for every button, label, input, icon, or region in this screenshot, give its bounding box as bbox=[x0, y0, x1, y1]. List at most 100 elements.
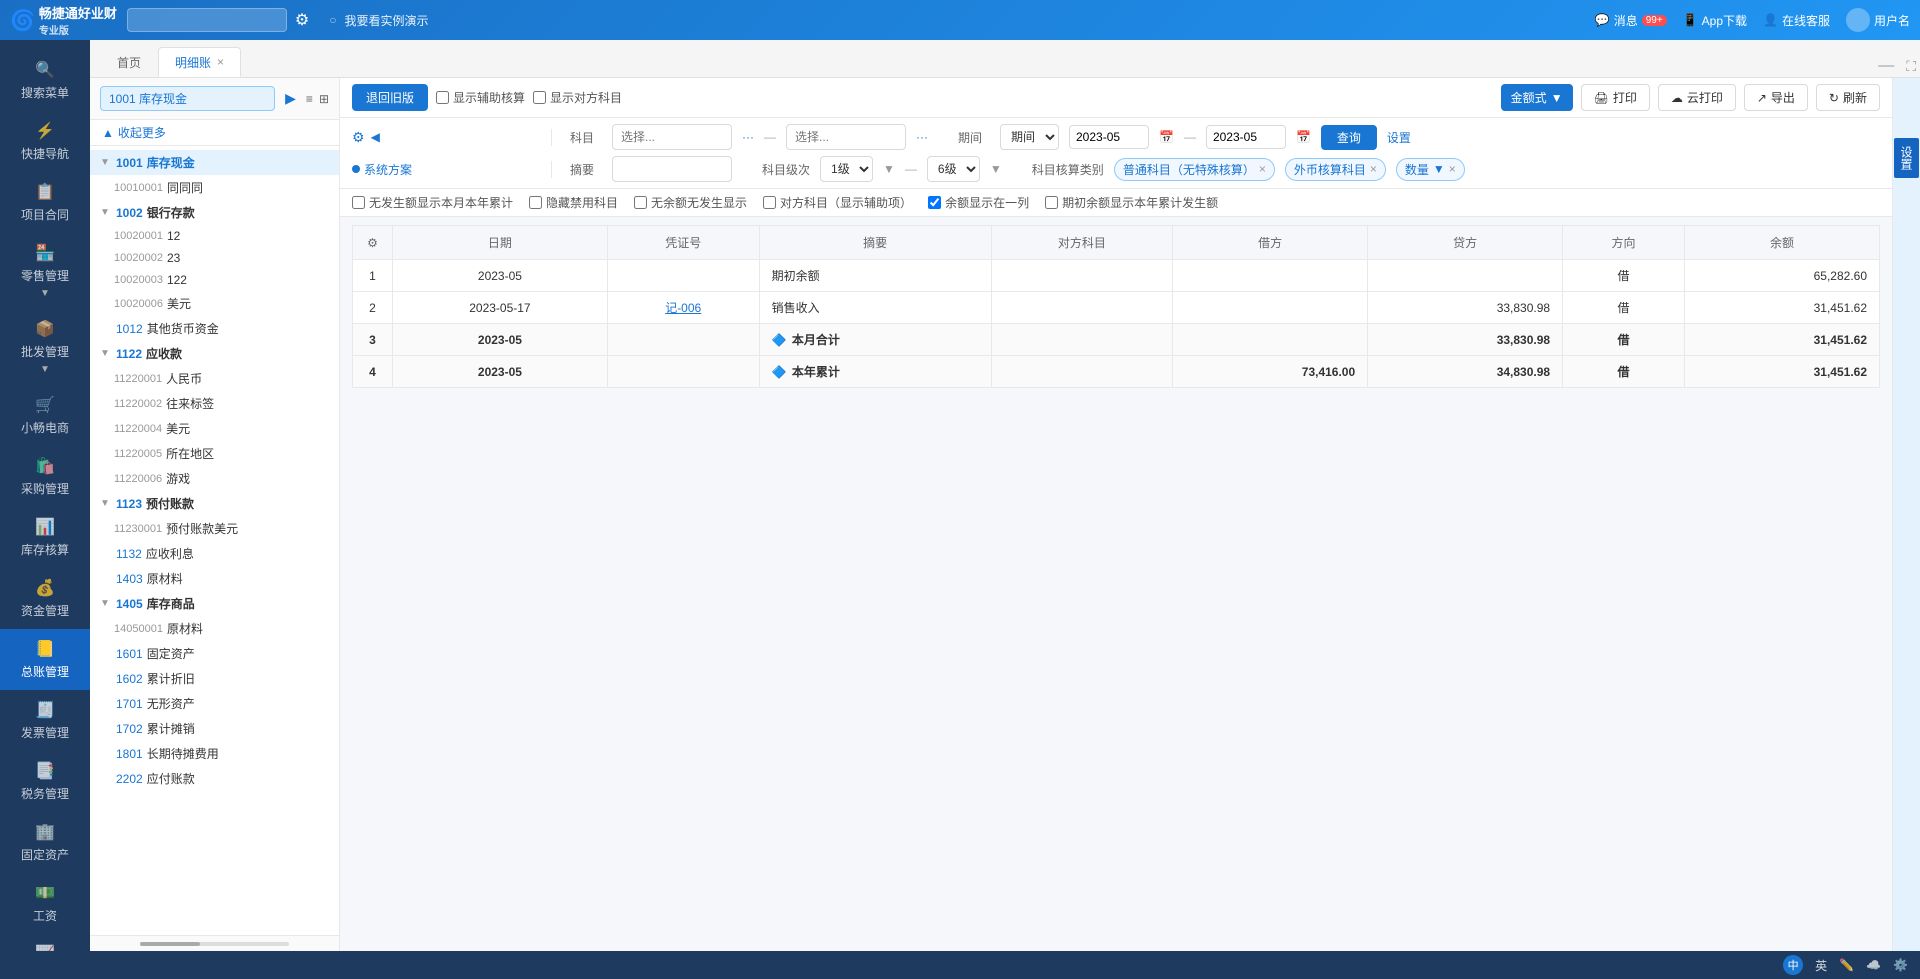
sidebar-item-inventory[interactable]: 📊 库存核算 bbox=[0, 507, 90, 568]
edit-icon-btn[interactable]: ✏️ bbox=[1839, 958, 1854, 972]
tree-item-2202[interactable]: ▶ 2202 应付账款 bbox=[90, 766, 339, 791]
tree-item-10020003[interactable]: 10020003 122 bbox=[90, 269, 339, 291]
tree-item-1002[interactable]: ▼ 1002 银行存款 bbox=[90, 200, 339, 225]
cb-hide-disabled[interactable]: 隐藏禁用科目 bbox=[529, 194, 618, 211]
settings-tab-label[interactable]: 设置 bbox=[1894, 138, 1919, 178]
query-scheme-icon[interactable]: ⚙ bbox=[352, 129, 365, 146]
voucher-link-2[interactable]: 记-006 bbox=[665, 301, 701, 315]
window-maximize-btn[interactable]: ⛶ bbox=[1902, 58, 1920, 75]
query-btn[interactable]: 查询 bbox=[1321, 125, 1377, 150]
level-end-select[interactable]: 6级 5级 4级 bbox=[927, 156, 980, 182]
tree-item-10020006[interactable]: 10020006 美元 bbox=[90, 291, 339, 316]
sidebar-item-ecommerce[interactable]: 🛒 小畅电商 bbox=[0, 385, 90, 446]
period-calendar-icon[interactable]: 📅 bbox=[1159, 130, 1174, 144]
current-account[interactable]: 1001 库存现金 bbox=[100, 86, 275, 111]
level-start-select[interactable]: 1级 2级 3级 bbox=[820, 156, 873, 182]
message-btn[interactable]: 💬 消息 99+ bbox=[1595, 12, 1667, 29]
cell-voucher-2[interactable]: 记-006 bbox=[607, 292, 759, 324]
tree-item-11220006[interactable]: 11220006 游戏 bbox=[90, 466, 339, 491]
tree-item-1001[interactable]: ▼ 1001 库存现金 bbox=[90, 150, 339, 175]
tab-home[interactable]: 首页 bbox=[100, 47, 158, 77]
tree-item-11220004[interactable]: 11220004 美元 bbox=[90, 416, 339, 441]
settings-icon-btn[interactable]: ⚙️ bbox=[1893, 958, 1908, 972]
tree-item-11230001[interactable]: 11230001 预付账款美元 bbox=[90, 516, 339, 541]
table-settings-icon[interactable]: ⚙ bbox=[367, 236, 378, 250]
tree-item-11220002[interactable]: 11220002 往来标签 bbox=[90, 391, 339, 416]
tree-item-1132[interactable]: ▶ 1132 应收利息 bbox=[90, 541, 339, 566]
sidebar-item-retail[interactable]: 🏪 零售管理 ▼ bbox=[0, 233, 90, 309]
search-bar[interactable] bbox=[127, 8, 287, 32]
sidebar-item-assets[interactable]: 🏢 固定资产 bbox=[0, 812, 90, 873]
user-info[interactable]: 用户名 bbox=[1846, 8, 1910, 32]
cb-opposite-input[interactable] bbox=[763, 196, 776, 209]
tab-detail[interactable]: 明细账 × bbox=[158, 47, 241, 77]
tag-quantity-dropdown[interactable]: ▼ bbox=[1433, 162, 1445, 176]
sidebar-item-operations[interactable]: 📈 经营管理 bbox=[0, 934, 90, 951]
cloud-print-btn[interactable]: ☁ 云打印 bbox=[1658, 84, 1736, 111]
tree-item-1405[interactable]: ▼ 1405 库存商品 bbox=[90, 591, 339, 616]
tree-item-1801[interactable]: ▶ 1801 长期待摊费用 bbox=[90, 741, 339, 766]
sidebar-item-capital[interactable]: 💰 资金管理 bbox=[0, 568, 90, 629]
tree-item-10020001[interactable]: 10020001 12 bbox=[90, 225, 339, 247]
tree-item-11220005[interactable]: 11220005 所在地区 bbox=[90, 441, 339, 466]
tree-view-icon[interactable]: ⊞ bbox=[319, 92, 329, 106]
tree-item-1601[interactable]: ▶ 1601 固定资产 bbox=[90, 641, 339, 666]
show-opposite-input[interactable] bbox=[533, 91, 546, 104]
show-opposite-checkbox[interactable]: 显示对方科目 bbox=[533, 89, 622, 106]
cb-no-balance-input[interactable] bbox=[352, 196, 365, 209]
settings-tab[interactable]: 设置 bbox=[1894, 138, 1919, 178]
tree-item-10010001[interactable]: 10010001 同同同 bbox=[90, 175, 339, 200]
cb-no-balance2[interactable]: 无余额无发生显示 bbox=[634, 194, 747, 211]
period-end-input[interactable] bbox=[1206, 125, 1286, 149]
back-old-btn[interactable]: 退回旧版 bbox=[352, 84, 428, 111]
subject-input[interactable] bbox=[612, 124, 732, 150]
subject-end-input[interactable] bbox=[786, 124, 906, 150]
refresh-btn[interactable]: ↻ 刷新 bbox=[1816, 84, 1880, 111]
sidebar-item-invoice[interactable]: 🧾 发票管理 bbox=[0, 690, 90, 751]
tree-item-1701[interactable]: ▶ 1701 无形资产 bbox=[90, 691, 339, 716]
window-minimize-btn[interactable]: — bbox=[1874, 57, 1898, 75]
chinese-lang-btn[interactable]: 中 bbox=[1783, 955, 1803, 975]
tree-item-11220001[interactable]: 11220001 人民币 bbox=[90, 366, 339, 391]
print-btn[interactable]: 🖨 打印 bbox=[1581, 84, 1650, 111]
more-subject-btn[interactable]: ··· bbox=[742, 130, 754, 144]
tree-item-1123[interactable]: ▼ 1123 预付账款 bbox=[90, 491, 339, 516]
english-lang-btn[interactable]: 英 bbox=[1815, 957, 1827, 974]
tree-item-1602[interactable]: ▶ 1602 累计折旧 bbox=[90, 666, 339, 691]
sidebar-item-wholesale[interactable]: 📦 批发管理 ▼ bbox=[0, 309, 90, 385]
period-end-calendar-icon[interactable]: 📅 bbox=[1296, 130, 1311, 144]
tag-foreign-remove[interactable]: × bbox=[1370, 162, 1377, 176]
sidebar-item-quicknav[interactable]: ⚡ 快捷导航 bbox=[0, 111, 90, 172]
sidebar-item-search[interactable]: 🔍 搜索菜单 bbox=[0, 50, 90, 111]
tag-quantity-remove[interactable]: × bbox=[1449, 162, 1456, 176]
tree-item-1403[interactable]: ▶ 1403 原材料 bbox=[90, 566, 339, 591]
show-aux-input[interactable] bbox=[436, 91, 449, 104]
sidebar-item-project[interactable]: 📋 项目合同 bbox=[0, 172, 90, 233]
export-btn[interactable]: ↗ 导出 bbox=[1744, 84, 1808, 111]
sidebar-item-purchase[interactable]: 🛍️ 采购管理 bbox=[0, 446, 90, 507]
collapse-btn[interactable]: ▲ 收起更多 bbox=[102, 124, 166, 141]
more-subject-end-btn[interactable]: ··· bbox=[916, 130, 928, 144]
collapse-arrow[interactable]: ◀ bbox=[371, 130, 380, 144]
tag-normal-remove[interactable]: × bbox=[1259, 162, 1266, 176]
period-start-input[interactable] bbox=[1069, 125, 1149, 149]
system-scheme-btn[interactable]: 系统方案 bbox=[352, 161, 539, 178]
tree-item-10020002[interactable]: 10020002 23 bbox=[90, 247, 339, 269]
cb-initial-balance[interactable]: 期初余额显示本年累计发生额 bbox=[1045, 194, 1218, 211]
tab-detail-close[interactable]: × bbox=[217, 55, 224, 69]
summary-input[interactable] bbox=[612, 156, 732, 182]
nav-next-arrow[interactable]: ▶ bbox=[281, 90, 300, 107]
cb-balance-col[interactable]: 余额显示在一列 bbox=[928, 194, 1029, 211]
period-select[interactable]: 期间 bbox=[1000, 124, 1059, 150]
cb-no-balance2-input[interactable] bbox=[634, 196, 647, 209]
tree-item-1012[interactable]: ▶ 1012 其他货币资金 bbox=[90, 316, 339, 341]
list-view-icon[interactable]: ≡ bbox=[306, 92, 313, 106]
tree-item-1122[interactable]: ▼ 1122 应收款 bbox=[90, 341, 339, 366]
sidebar-item-tax[interactable]: 📑 税务管理 bbox=[0, 751, 90, 812]
cloud-icon-btn[interactable]: ☁️ bbox=[1866, 958, 1881, 972]
tree-item-14050001[interactable]: 14050001 原材料 bbox=[90, 616, 339, 641]
amount-format-btn[interactable]: 金额式 ▼ bbox=[1501, 84, 1573, 111]
online-service-btn[interactable]: 👤 在线客服 bbox=[1763, 12, 1830, 29]
sidebar-item-payroll[interactable]: 💵 工资 bbox=[0, 873, 90, 934]
settings-link[interactable]: 设置 bbox=[1387, 129, 1411, 146]
